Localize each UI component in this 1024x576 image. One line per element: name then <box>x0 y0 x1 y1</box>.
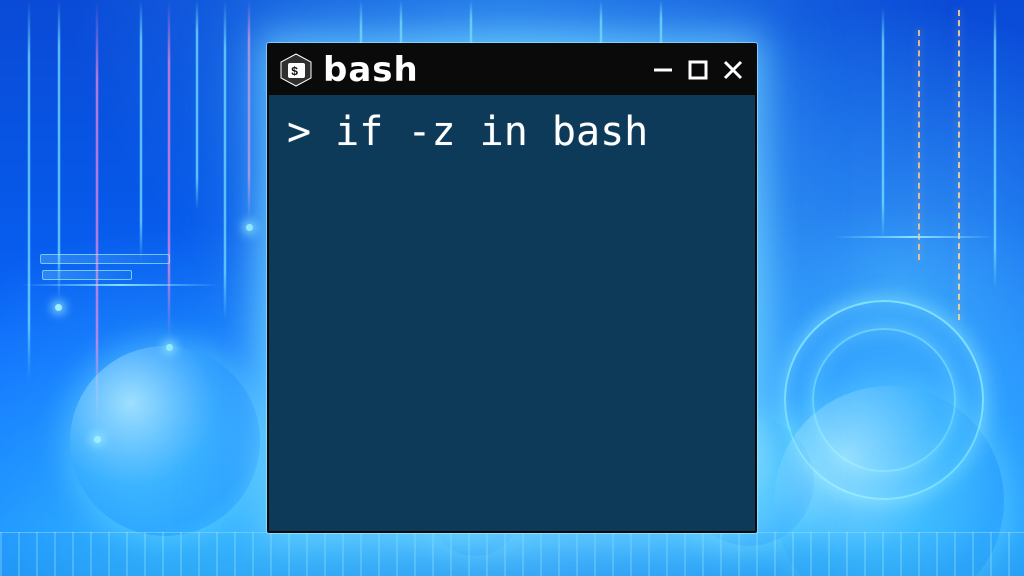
prompt: > <box>287 109 335 155</box>
titlebar[interactable]: $ bash <box>269 45 755 95</box>
minimize-button[interactable] <box>651 58 675 82</box>
terminal-window: $ bash > if -z in bash <box>267 43 757 533</box>
close-button[interactable] <box>721 58 745 82</box>
terminal-body[interactable]: > if -z in bash <box>269 95 755 531</box>
window-title: bash <box>323 53 419 87</box>
window-controls <box>651 58 745 82</box>
svg-text:$: $ <box>291 65 298 79</box>
command-text: if -z in bash <box>335 109 648 155</box>
maximize-button[interactable] <box>687 59 709 81</box>
bash-shell-icon: $ <box>279 53 313 87</box>
